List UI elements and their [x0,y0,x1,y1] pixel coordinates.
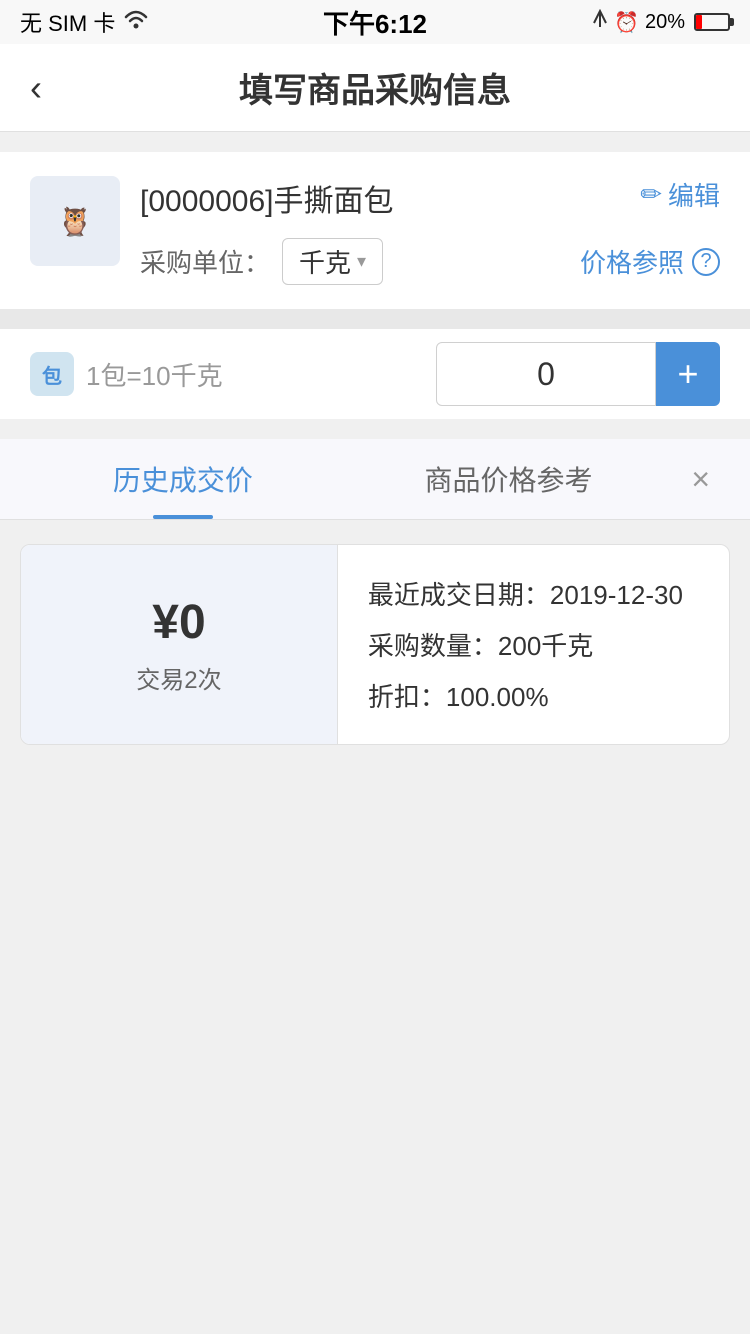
tab-close-button[interactable]: × [671,451,730,508]
quantity-conversion: 1包=10千克 [86,356,223,393]
price-ref-help-icon: ? [692,248,720,276]
product-info: [0000006]手撕面包 采购单位： 千克 ▾ [140,176,393,285]
status-bar: 无 SIM 卡 下午6:12 ⏰ 20% [0,0,750,44]
nav-header: ‹ 填写商品采购信息 [0,44,750,132]
quantity-input-group: 0 + [436,342,720,406]
tab-header: 历史成交价 商品价格参考 × [0,439,750,519]
tab-area: 历史成交价 商品价格参考 × [0,439,750,520]
edit-button[interactable]: ✏ 编辑 [640,176,720,213]
discount-row: 折扣：100.00% [368,677,699,714]
history-price-panel: ¥0 交易2次 [21,545,338,744]
product-unit-row: 采购单位： 千克 ▾ [140,238,393,285]
edit-icon: ✏ [640,179,662,210]
status-right: ⏰ 20% [592,9,730,35]
product-name: [0000006]手撕面包 [140,176,393,220]
history-detail-panel: 最近成交日期：2019-12-30 采购数量：200千克 折扣：100.00% [338,545,729,744]
history-trades-count: 交易2次 [136,660,221,695]
unit-label: 采购单位： [140,243,270,280]
quantity-unit-icon: 包 [30,352,74,396]
product-card: 🦉 [0000006]手撕面包 采购单位： 千克 ▾ ✏ 编辑 [0,152,750,309]
alarm-icon: ⏰ [614,10,639,35]
status-left: 无 SIM 卡 [20,6,149,38]
unit-arrow-icon: ▾ [357,251,366,272]
purchase-quantity-row: 采购数量：200千克 [368,626,699,663]
location-icon [592,9,608,35]
unit-value: 千克 [299,243,351,280]
history-card: ¥0 交易2次 最近成交日期：2019-12-30 采购数量：200千克 折扣：… [20,544,730,745]
product-top-row: 🦉 [0000006]手撕面包 采购单位： 千克 ▾ ✏ 编辑 [30,176,720,285]
product-thumbnail: 🦉 [30,176,120,266]
sim-status: 无 SIM 卡 [20,6,115,38]
status-time: 下午6:12 [323,4,427,41]
quantity-row: 包 1包=10千克 0 + [0,329,750,419]
battery-icon [691,13,730,31]
section-divider [0,309,750,329]
tab-product-price-ref[interactable]: 商品价格参考 [346,439,672,519]
wifi-icon [123,9,149,35]
page-title: 填写商品采购信息 [239,63,511,112]
quantity-label-group: 包 1包=10千克 [30,352,223,396]
battery-percent: 20% [645,11,685,34]
unit-select-button[interactable]: 千克 ▾ [282,238,383,285]
product-left: 🦉 [0000006]手撕面包 采购单位： 千克 ▾ [30,176,393,285]
product-thumb-icon: 🦉 [58,205,93,238]
tab-history-price[interactable]: 历史成交价 [20,439,346,519]
product-actions: ✏ 编辑 价格参照 ? [580,176,720,280]
main-content: 历史成交价 商品价格参考 × ¥0 交易2次 最近成交日期：2019-12-30… [0,439,750,1039]
price-ref-button[interactable]: 价格参照 ? [580,243,720,280]
tab-active-underline [153,515,213,519]
quantity-plus-button[interactable]: + [656,342,720,406]
back-button[interactable]: ‹ [30,67,42,109]
quantity-input[interactable]: 0 [436,342,656,406]
history-price-value: ¥0 [152,595,205,650]
recent-date-row: 最近成交日期：2019-12-30 [368,575,699,612]
